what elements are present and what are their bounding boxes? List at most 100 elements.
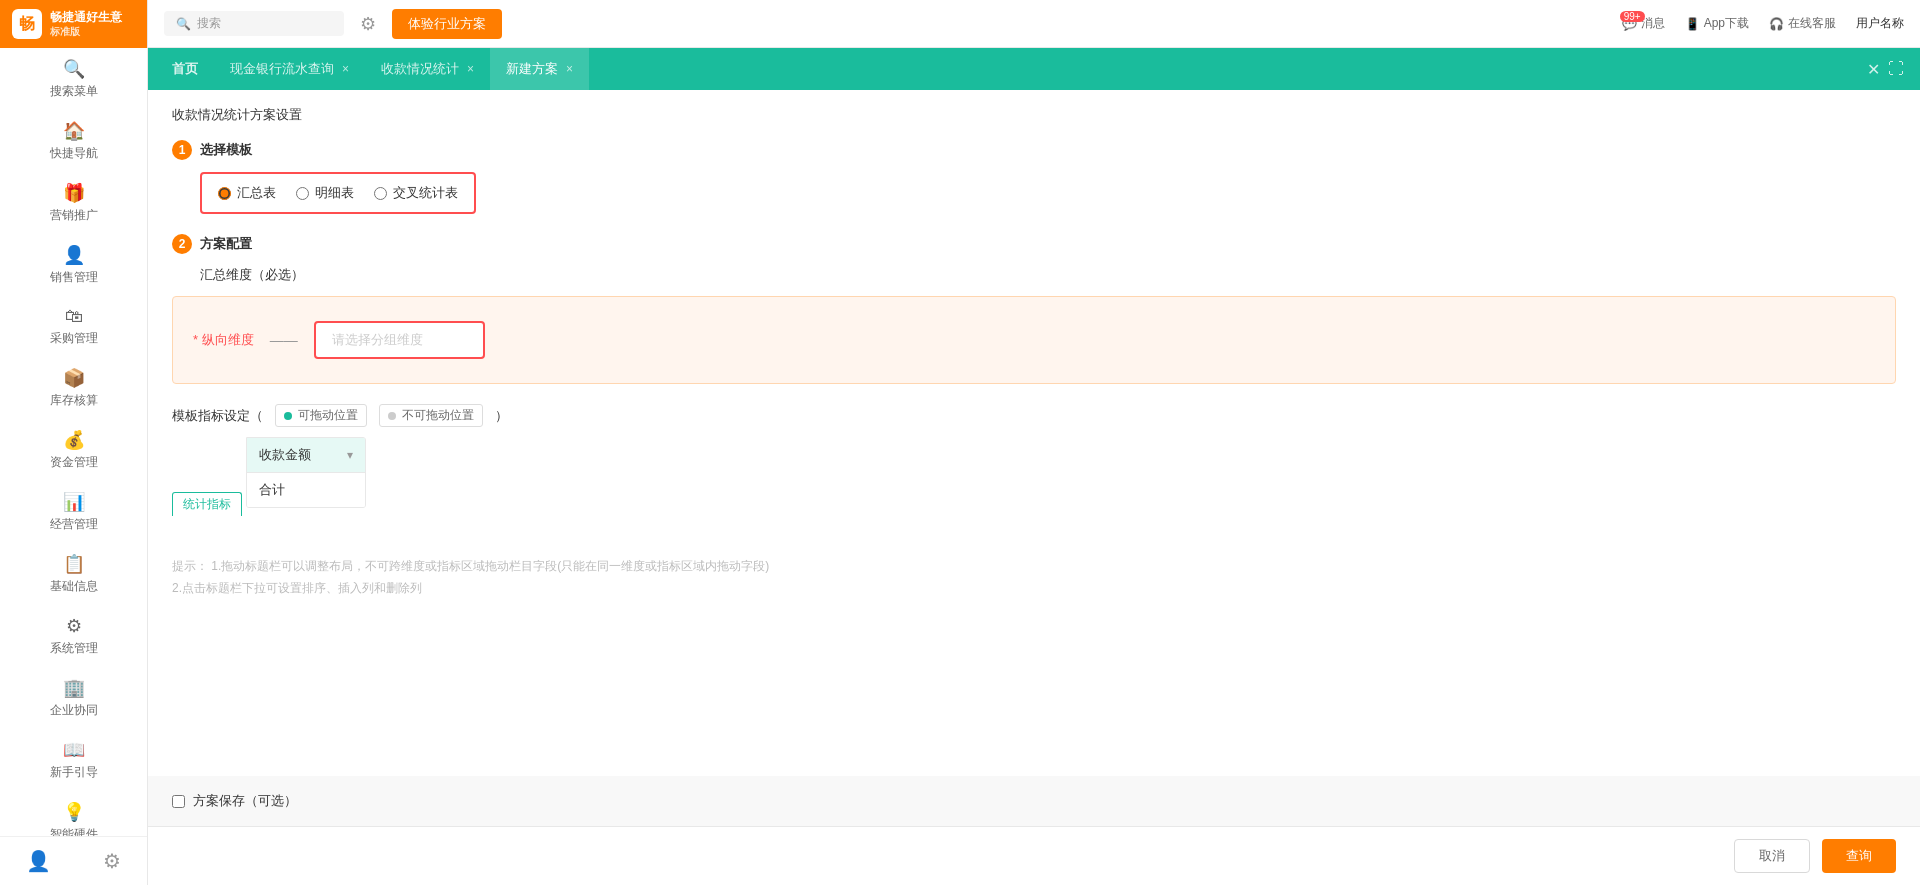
content-area: 收款情况统计方案设置 1 选择模板 汇总表 明细表: [148, 90, 1920, 885]
sidebar-item-operation[interactable]: 📊 经营管理: [0, 481, 147, 543]
sidebar: 畅 畅捷通好生意 标准版 🔍 搜索菜单 🏠 快捷导航 🎁 营销推广 👤 销售管理…: [0, 0, 148, 885]
vertical-dim-label: 纵向维度: [193, 331, 254, 349]
sidebar-item-label: 销售管理: [50, 269, 98, 286]
service-btn[interactable]: 🎧 在线客服: [1769, 15, 1836, 32]
dim-select-box[interactable]: 请选择分组维度: [314, 321, 485, 359]
section1-number: 1: [172, 140, 192, 160]
tab-label: 首页: [172, 60, 198, 78]
save-option-label[interactable]: 方案保存（可选）: [193, 792, 297, 810]
topbar-search[interactable]: 🔍 搜索: [164, 11, 344, 36]
tab-label: 现金银行流水查询: [230, 60, 334, 78]
sidebar-item-label: 基础信息: [50, 578, 98, 595]
radio-detail[interactable]: 明细表: [296, 184, 354, 202]
inventory-icon: 📦: [63, 367, 85, 389]
template-options-box: 汇总表 明细表 交叉统计表: [200, 172, 476, 214]
message-btn[interactable]: 💬 99+ 消息: [1622, 15, 1665, 32]
tab-label: 收款情况统计: [381, 60, 459, 78]
sales-icon: 👤: [63, 244, 85, 266]
service-icon: 🎧: [1769, 17, 1784, 31]
tips-section: 提示： 1.拖动标题栏可以调整布局，不可跨维度或指标区域拖动栏目字段(只能在同一…: [172, 546, 1896, 609]
radio-cross[interactable]: 交叉统计表: [374, 184, 458, 202]
radio-detail-label[interactable]: 明细表: [315, 184, 354, 202]
dimension-area: 纵向维度 —— 请选择分组维度: [172, 296, 1896, 384]
sidebar-item-system[interactable]: ⚙ 系统管理: [0, 605, 147, 667]
tab-new-plan[interactable]: 新建方案 ×: [490, 48, 589, 90]
stat-section-label: 统计指标: [172, 492, 242, 516]
tabbar-actions: ✕ ⛶: [1867, 60, 1912, 79]
sidebar-item-label: 采购管理: [50, 330, 98, 347]
no-drag-tag: 不可拖动位置: [379, 404, 483, 427]
sidebar-item-label: 资金管理: [50, 454, 98, 471]
trial-button[interactable]: 体验行业方案: [392, 9, 502, 39]
sidebar-item-search-menu[interactable]: 🔍 搜索菜单: [0, 48, 147, 110]
indicator-label-row: 模板指标设定（ 可拖动位置 不可拖动位置 ）: [172, 404, 1896, 427]
radio-cross-input[interactable]: [374, 187, 387, 200]
dim-arrow-icon: ——: [270, 332, 298, 348]
radio-summary-input[interactable]: [218, 187, 231, 200]
download-btn[interactable]: 📱 App下载: [1685, 15, 1749, 32]
sidebar-user-btn[interactable]: 👤: [18, 845, 59, 877]
sidebar-item-basic[interactable]: 📋 基础信息: [0, 543, 147, 605]
main-area: 🔍 搜索 ⚙ 体验行业方案 💬 99+ 消息 📱 App下载 🎧 在线客服 用户…: [148, 0, 1920, 885]
save-checkbox[interactable]: [172, 795, 185, 808]
sidebar-item-guide[interactable]: 📖 新手引导: [0, 729, 147, 791]
bottom-bar: 取消 查询: [148, 826, 1920, 885]
tab-home[interactable]: 首页: [156, 48, 214, 90]
sidebar-item-label: 搜索菜单: [50, 83, 98, 100]
sidebar-item-enterprise[interactable]: 🏢 企业协同: [0, 667, 147, 729]
summary-dim-label: 汇总维度（必选）: [200, 266, 1896, 284]
operation-icon: 📊: [63, 491, 85, 513]
tabbar: 首页 现金银行流水查询 × 收款情况统计 × 新建方案 × ✕ ⛶: [148, 48, 1920, 90]
sidebar-item-finance[interactable]: 💰 资金管理: [0, 419, 147, 481]
radio-detail-input[interactable]: [296, 187, 309, 200]
tab-collection-stat[interactable]: 收款情况统计 ×: [365, 48, 490, 90]
sidebar-nav: 🔍 搜索菜单 🏠 快捷导航 🎁 营销推广 👤 销售管理 🛍 采购管理 📦 库存核…: [0, 48, 147, 836]
quick-nav-icon: 🏠: [63, 120, 85, 142]
indicator-closing: ）: [495, 407, 508, 425]
cancel-button[interactable]: 取消: [1734, 839, 1810, 873]
sidebar-item-inventory[interactable]: 📦 库存核算: [0, 357, 147, 419]
no-drag-dot-icon: [388, 412, 396, 420]
sidebar-item-label: 库存核算: [50, 392, 98, 409]
sidebar-item-sales[interactable]: 👤 销售管理: [0, 234, 147, 296]
sidebar-item-purchase[interactable]: 🛍 采购管理: [0, 296, 147, 357]
service-label: 在线客服: [1788, 15, 1836, 32]
tab-expand-icon[interactable]: ⛶: [1888, 60, 1904, 78]
radio-cross-label[interactable]: 交叉统计表: [393, 184, 458, 202]
sidebar-item-quick-nav[interactable]: 🏠 快捷导航: [0, 110, 147, 172]
sidebar-settings-btn[interactable]: ⚙: [95, 845, 129, 877]
tab-bank-flow[interactable]: 现金银行流水查询 ×: [214, 48, 365, 90]
purchase-icon: 🛍: [65, 306, 83, 327]
tab-close-icon[interactable]: ×: [566, 63, 573, 75]
sidebar-bottom: 👤 ⚙: [0, 836, 147, 885]
tab-close-icon[interactable]: ×: [467, 63, 474, 75]
tips-line1: 提示： 1.拖动标题栏可以调整布局，不可跨维度或指标区域拖动栏目字段(只能在同一…: [172, 556, 1896, 578]
chevron-down-icon[interactable]: ▾: [347, 448, 353, 462]
page-title: 收款情况统计方案设置: [172, 106, 1896, 124]
section1-title: 选择模板: [200, 141, 252, 159]
tab-close-icon[interactable]: ×: [342, 63, 349, 75]
sidebar-item-hardware[interactable]: 💡 智能硬件: [0, 791, 147, 836]
sidebar-item-label: 新手引导: [50, 764, 98, 781]
tips-line2: 2.点击标题栏下拉可设置排序、插入列和删除列: [172, 578, 1896, 600]
sidebar-item-label: 企业协同: [50, 702, 98, 719]
stat-table: 收款金额 ▾ 合计: [246, 437, 366, 508]
tab-close-all-icon[interactable]: ✕: [1867, 60, 1880, 79]
sidebar-item-label: 经营管理: [50, 516, 98, 533]
query-button[interactable]: 查询: [1822, 839, 1896, 873]
sidebar-item-marketing[interactable]: 🎁 营销推广: [0, 172, 147, 234]
logo-icon: 畅: [12, 9, 42, 39]
drag-label: 可拖动位置: [298, 407, 358, 424]
search-placeholder-text: 搜索: [197, 15, 221, 32]
section2-number: 2: [172, 234, 192, 254]
stat-table-header[interactable]: 收款金额 ▾: [247, 438, 365, 473]
radio-summary[interactable]: 汇总表: [218, 184, 276, 202]
sidebar-logo: 畅 畅捷通好生意 标准版: [0, 0, 147, 48]
section-template: 1 选择模板 汇总表 明细表 交叉统计表: [172, 140, 1896, 214]
radio-summary-label[interactable]: 汇总表: [237, 184, 276, 202]
collection-amount-label: 收款金额: [259, 446, 311, 464]
gear-icon[interactable]: ⚙: [360, 13, 376, 35]
sidebar-item-label: 智能硬件: [50, 826, 98, 836]
logo-version: 标准版: [50, 25, 122, 39]
search-icon: 🔍: [176, 17, 191, 31]
